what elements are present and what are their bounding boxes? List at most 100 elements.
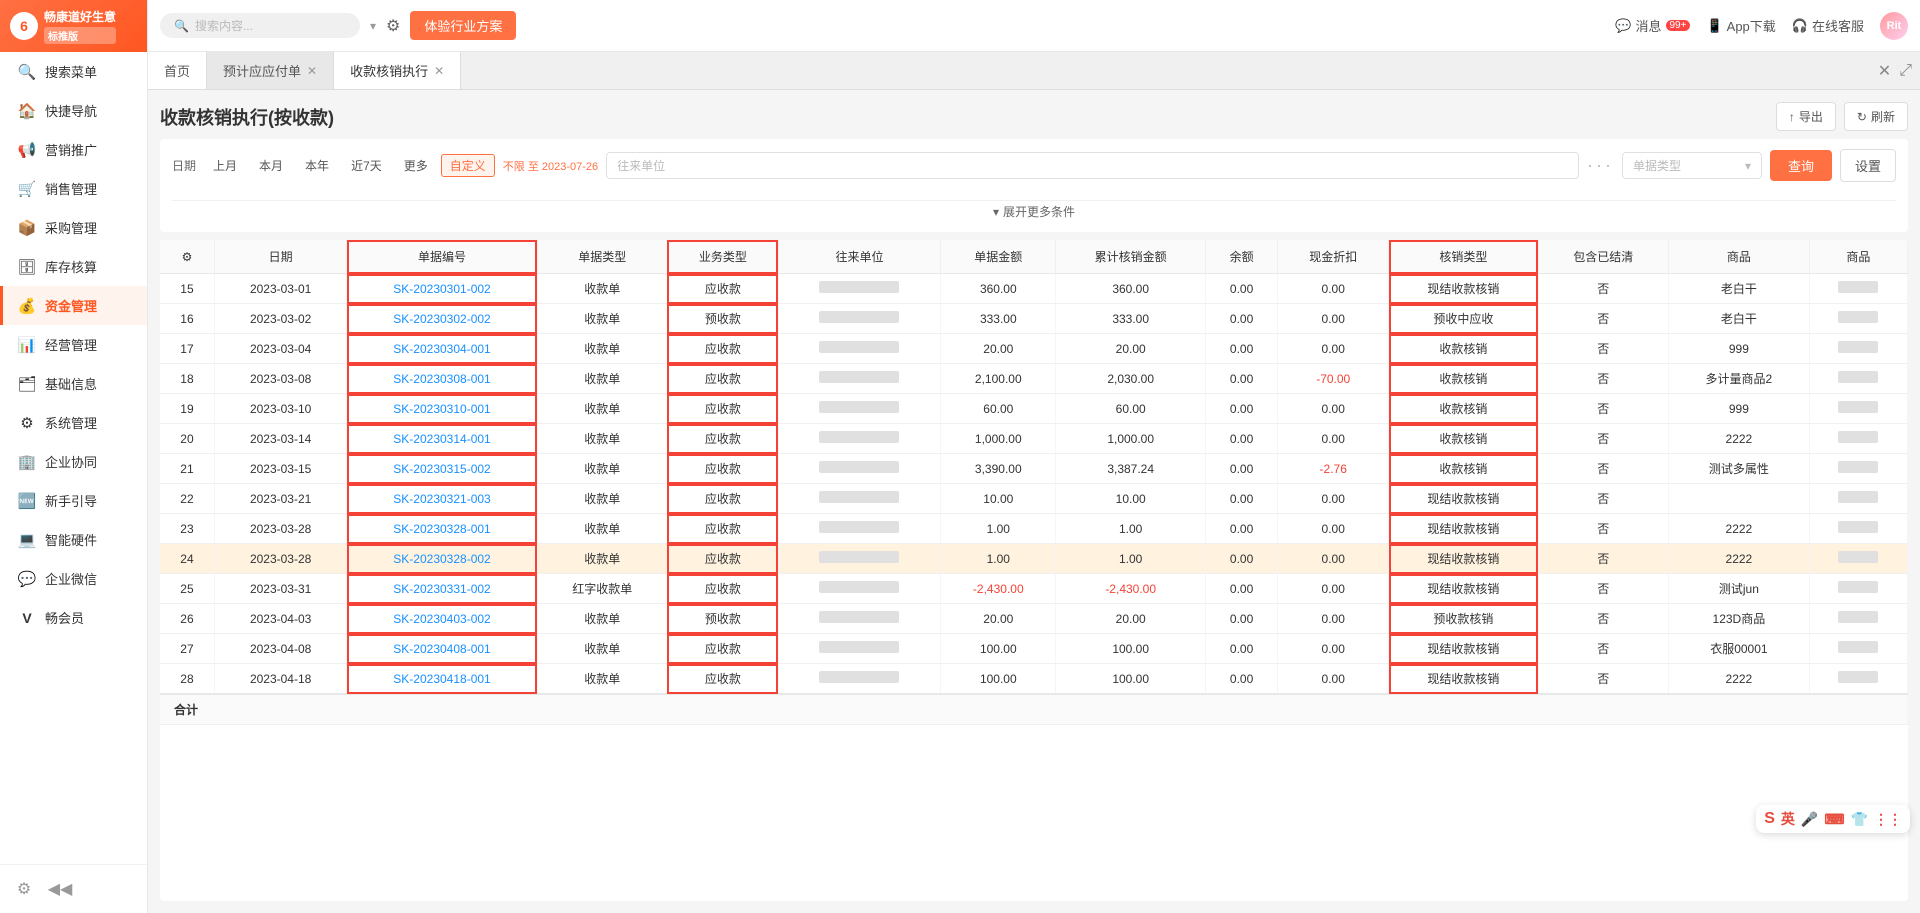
sidebar-item-search[interactable]: 🔍 搜索菜单 <box>0 52 147 91</box>
tabs-close-all[interactable]: ✕ <box>1878 61 1891 81</box>
hardware-icon: 💻 <box>17 531 37 549</box>
topbar-user[interactable]: Rit <box>1880 12 1908 40</box>
topbar-setting-icon[interactable]: ⚙ <box>386 16 400 36</box>
cell-biz-type: 应收款 <box>667 574 778 604</box>
message-icon: 💬 <box>1615 18 1631 34</box>
code-link[interactable]: SK-20230328-002 <box>393 552 490 566</box>
cell-goods1: 123D商品 <box>1668 604 1809 634</box>
setting-btn[interactable]: 设置 <box>1840 149 1896 182</box>
sidebar-item-inventory[interactable]: 🗄 库存核算 <box>0 247 147 286</box>
corp-icon: 🏢 <box>17 453 37 471</box>
sidebar-item-system[interactable]: ⚙ 系统管理 <box>0 403 147 442</box>
code-link[interactable]: SK-20230314-001 <box>393 432 490 446</box>
table-row: 21 2023-03-15 SK-20230315-002 收款单 应收款 3,… <box>160 454 1908 484</box>
settings-bottom-icon[interactable]: ⚙ <box>10 875 38 903</box>
grid-float-icon[interactable]: ⋮⋮ <box>1874 811 1902 828</box>
topbar-app[interactable]: 📱 App下载 <box>1706 16 1775 35</box>
code-link[interactable]: SK-20230328-001 <box>393 522 490 536</box>
data-table: ⚙ 日期 单据编号 单据类型 业务类型 往来单位 单据金额 累计核销金额 余额 … <box>160 240 1908 725</box>
date-btn-this-month[interactable]: 本月 <box>250 154 292 177</box>
date-btn-custom[interactable]: 自定义 <box>441 154 495 177</box>
cell-discount: 0.00 <box>1278 394 1389 424</box>
code-link[interactable]: SK-20230308-001 <box>393 372 490 386</box>
home-icon: 🏠 <box>17 102 37 120</box>
topbar: 🔍 搜索内容... ▾ ⚙ 体验行业方案 💬 消息 99+ 📱 App下载 🎧 … <box>148 0 1920 52</box>
cell-goods1: 2222 <box>1668 424 1809 454</box>
date-btn-more[interactable]: 更多 <box>395 154 437 177</box>
code-link[interactable]: SK-20230302-002 <box>393 312 490 326</box>
collapse-icon[interactable]: ◀◀ <box>46 875 74 903</box>
cell-no: 17 <box>160 334 214 364</box>
topbar-message[interactable]: 💬 消息 99+ <box>1615 16 1690 35</box>
sidebar-item-hardware[interactable]: 💻 智能硬件 <box>0 520 147 559</box>
cell-code: SK-20230331-002 <box>347 574 537 604</box>
cell-accum: 20.00 <box>1056 334 1206 364</box>
type-filter[interactable]: 单据类型 ▾ <box>1622 152 1762 179</box>
data-table-wrap: ⚙ 日期 单据编号 单据类型 业务类型 往来单位 单据金额 累计核销金额 余额 … <box>160 240 1908 901</box>
code-link[interactable]: SK-20230403-002 <box>393 612 490 626</box>
cell-cancel-type: 现结收款核销 <box>1389 274 1539 304</box>
code-link[interactable]: SK-20230321-003 <box>393 492 490 506</box>
industry-btn[interactable]: 体验行业方案 <box>410 11 516 40</box>
code-link[interactable]: SK-20230310-001 <box>393 402 490 416</box>
tabs-bar: 首页 预计应应付单 ✕ 收款核销执行 ✕ ✕ ⤢ <box>148 52 1920 90</box>
code-link[interactable]: SK-20230408-001 <box>393 642 490 656</box>
sidebar-item-quicknav[interactable]: 🏠 快捷导航 <box>0 91 147 130</box>
tabs-expand[interactable]: ⤢ <box>1899 62 1912 80</box>
shirt-float-icon[interactable]: 👕 <box>1851 811 1868 828</box>
th-balance: 余额 <box>1205 240 1277 274</box>
cell-goods2 <box>1809 304 1907 334</box>
sidebar-item-operation[interactable]: 📊 经营管理 <box>0 325 147 364</box>
sidebar-item-purchase[interactable]: 📦 采购管理 <box>0 208 147 247</box>
cell-balance: 0.00 <box>1205 604 1277 634</box>
sidebar-item-label: 经营管理 <box>45 335 97 354</box>
code-link[interactable]: SK-20230331-002 <box>393 582 490 596</box>
code-link[interactable]: SK-20230301-002 <box>393 282 490 296</box>
tab-home[interactable]: 首页 <box>148 52 207 89</box>
cell-date: 2023-03-10 <box>214 394 346 424</box>
sidebar-item-guide[interactable]: 🆕 新手引导 <box>0 481 147 520</box>
tab-prepay-close[interactable]: ✕ <box>307 64 317 78</box>
cell-accum: 333.00 <box>1056 304 1206 334</box>
th-settings[interactable]: ⚙ <box>160 240 214 274</box>
topbar-chevron[interactable]: ▾ <box>370 19 376 33</box>
sidebar-item-finance[interactable]: 💰 资金管理 <box>0 286 147 325</box>
code-link[interactable]: SK-20230304-001 <box>393 342 490 356</box>
keyboard-float-icon[interactable]: ⌨ <box>1824 811 1844 828</box>
cell-no: 19 <box>160 394 214 424</box>
sidebar-item-basic[interactable]: 🗂 基础信息 <box>0 364 147 403</box>
cell-goods2 <box>1809 394 1907 424</box>
tab-collection[interactable]: 收款核销执行 ✕ <box>334 52 461 89</box>
unit-filter[interactable]: 往来单位 <box>606 152 1579 179</box>
sidebar-item-marketing[interactable]: 📢 营销推广 <box>0 130 147 169</box>
table-body: 15 2023-03-01 SK-20230301-002 收款单 应收款 36… <box>160 274 1908 725</box>
code-link[interactable]: SK-20230418-001 <box>393 672 490 686</box>
expand-more-btn[interactable]: ▾ 展开更多条件 <box>172 200 1896 222</box>
sidebar-item-sales[interactable]: 🛒 销售管理 <box>0 169 147 208</box>
query-btn[interactable]: 查询 <box>1770 150 1832 181</box>
tab-collection-close[interactable]: ✕ <box>434 64 444 78</box>
s-logo-widget[interactable]: S 英 🎤 ⌨ 👕 ⋮⋮ <box>1756 805 1910 833</box>
sidebar-item-corp[interactable]: 🏢 企业协同 <box>0 442 147 481</box>
refresh-btn[interactable]: ↻ 刷新 <box>1844 102 1908 131</box>
basic-icon: 🗂 <box>17 375 37 393</box>
sidebar-item-wechat[interactable]: 💬 企业微信 <box>0 559 147 598</box>
date-btn-last-month[interactable]: 上月 <box>204 154 246 177</box>
export-btn[interactable]: ↑ 导出 <box>1776 102 1836 131</box>
sidebar-item-member[interactable]: V 畅会员 <box>0 598 147 637</box>
cell-no: 23 <box>160 514 214 544</box>
code-link[interactable]: SK-20230315-002 <box>393 462 490 476</box>
table-row: 24 2023-03-28 SK-20230328-002 收款单 应收款 1.… <box>160 544 1908 574</box>
tab-prepay[interactable]: 预计应应付单 ✕ <box>207 52 334 89</box>
topbar-service[interactable]: 🎧 在线客服 <box>1792 16 1864 35</box>
th-unit: 往来单位 <box>778 240 940 274</box>
search-icon-top: 🔍 <box>174 19 189 33</box>
date-btn-this-year[interactable]: 本年 <box>296 154 338 177</box>
topbar-search-box[interactable]: 🔍 搜索内容... <box>160 13 360 38</box>
mic-float-icon[interactable]: 🎤 <box>1801 811 1818 828</box>
cell-goods2 <box>1809 454 1907 484</box>
s-brand-icon: S <box>1764 810 1775 828</box>
filter-dots[interactable]: ··· <box>1587 155 1614 176</box>
date-btn-7days[interactable]: 近7天 <box>342 154 391 177</box>
table-row: 17 2023-03-04 SK-20230304-001 收款单 应收款 20… <box>160 334 1908 364</box>
